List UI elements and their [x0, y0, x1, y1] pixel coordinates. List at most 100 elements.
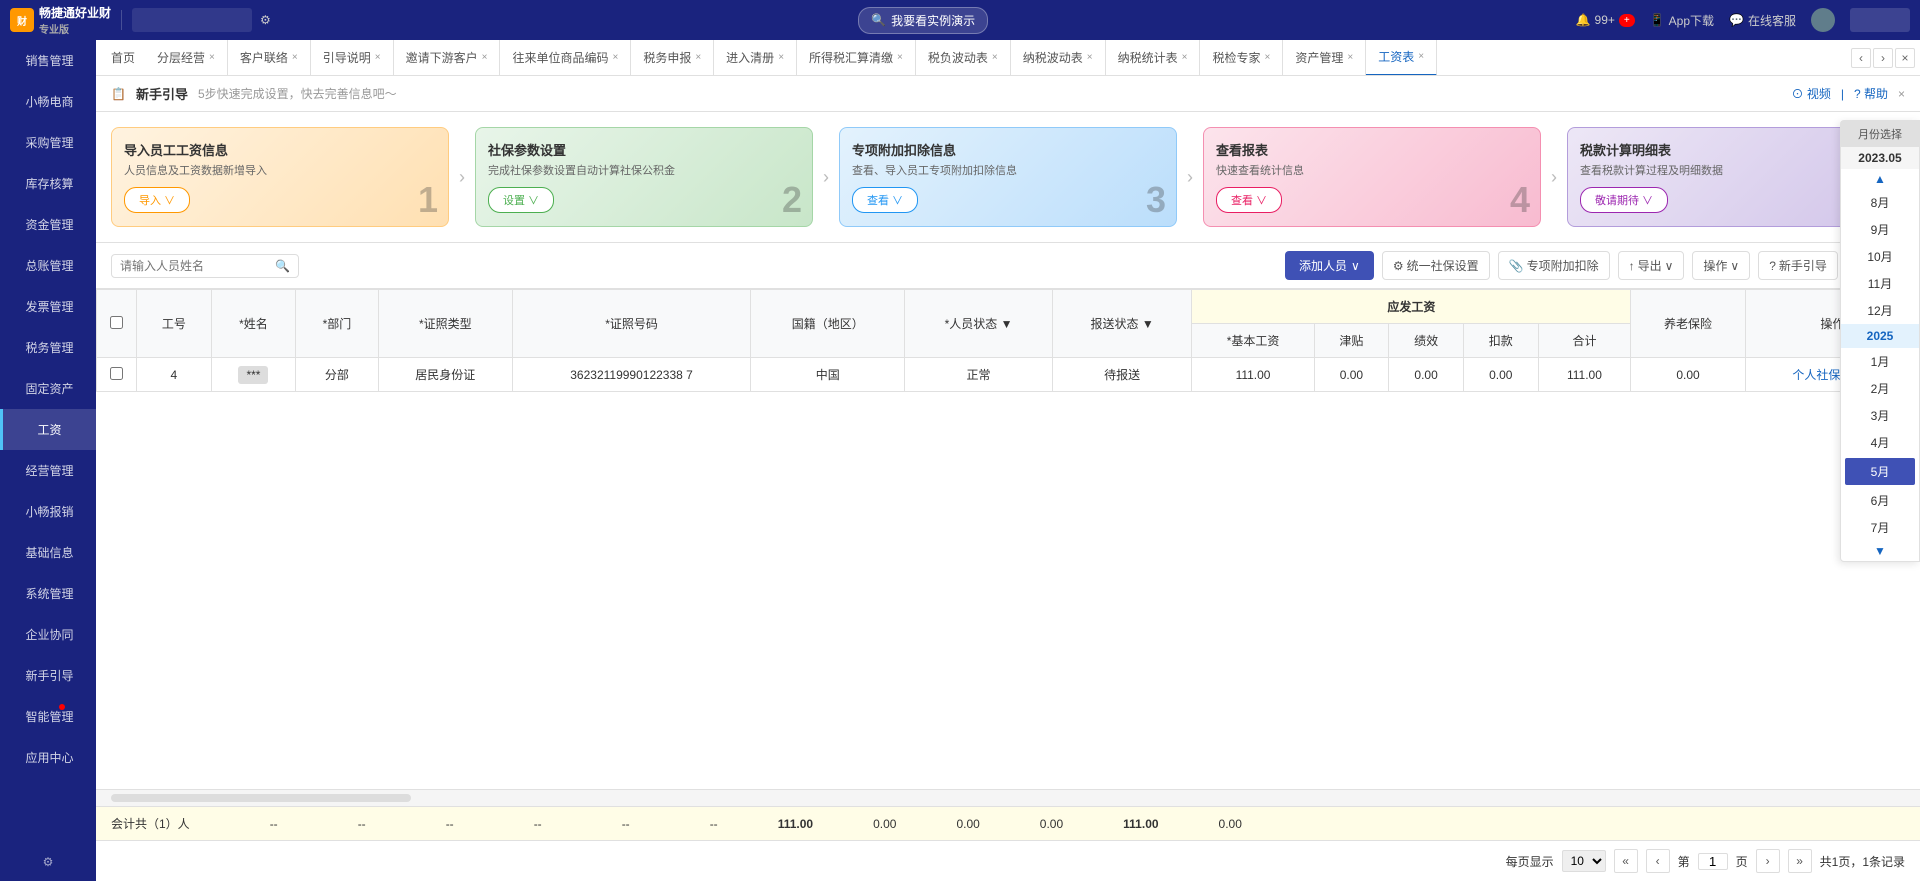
tab-income-tax[interactable]: 所得税汇算清缴 ×	[797, 40, 916, 76]
notification-btn[interactable]: 🔔 99+ +	[1576, 13, 1635, 27]
header-checkbox[interactable]	[97, 290, 137, 358]
next-page-btn[interactable]: ›	[1756, 849, 1780, 873]
select-all-checkbox[interactable]	[110, 316, 123, 329]
month-7[interactable]: 7月	[1841, 514, 1919, 541]
tab-close-tax-stats[interactable]: ×	[1182, 52, 1188, 63]
sidebar-item-system[interactable]: 系统管理	[0, 573, 96, 614]
tab-customer[interactable]: 客户联络 ×	[228, 40, 311, 76]
newbie-guide-btn[interactable]: ? 新手引导	[1758, 251, 1838, 280]
tab-close-customer[interactable]: ×	[292, 52, 298, 63]
tab-asset-mgmt[interactable]: 资产管理 ×	[1283, 40, 1366, 76]
sidebar-item-payroll[interactable]: 工资	[0, 409, 96, 450]
tab-tiered-management[interactable]: 分层经营 ×	[145, 40, 228, 76]
month-5[interactable]: 5月	[1845, 458, 1915, 485]
export-btn[interactable]: ↑ 导出 ∨	[1618, 251, 1685, 280]
actions-btn[interactable]: 操作 ∨	[1692, 251, 1750, 280]
sidebar-item-finance[interactable]: 资金管理	[0, 204, 96, 245]
settings-icon[interactable]: ⚙	[260, 13, 271, 27]
tab-close-tax-burden[interactable]: ×	[992, 52, 998, 63]
step-3-btn[interactable]: 查看 ∨	[852, 187, 918, 213]
month-panel-down[interactable]: ▼	[1870, 541, 1890, 561]
sidebar-item-ecommerce[interactable]: 小畅电商	[0, 81, 96, 122]
tab-close-tax-wave[interactable]: ×	[1087, 52, 1093, 63]
special-deduction-btn[interactable]: 📎 专项附加扣除	[1498, 251, 1610, 280]
sidebar-item-appstore[interactable]: 应用中心	[0, 737, 96, 778]
sidebar-item-inventory[interactable]: 库存核算	[0, 163, 96, 204]
month-4[interactable]: 4月	[1841, 429, 1919, 456]
tab-nav-right[interactable]: ›	[1873, 48, 1893, 68]
personal-social-security-link[interactable]: 个人社保	[1792, 368, 1840, 382]
tab-close-payroll[interactable]: ×	[1418, 51, 1424, 62]
tab-nav-left[interactable]: ‹	[1851, 48, 1871, 68]
guide-video-btn[interactable]: ⊙ 视频	[1791, 85, 1830, 102]
guide-help-btn[interactable]: ? 帮助	[1854, 85, 1888, 102]
tab-close-all[interactable]: ×	[1895, 48, 1915, 68]
tab-tax-expert[interactable]: 税检专家 ×	[1200, 40, 1283, 76]
sidebar-item-expense[interactable]: 小畅报销	[0, 491, 96, 532]
tab-product-code[interactable]: 往来单位商品编码 ×	[500, 40, 631, 76]
user-avatar[interactable]	[1811, 8, 1835, 32]
add-person-btn[interactable]: 添加人员 ∨	[1285, 251, 1374, 280]
tab-invite[interactable]: 邀请下游客户 ×	[394, 40, 501, 76]
step-4-btn[interactable]: 查看 ∨	[1216, 187, 1282, 213]
horizontal-scrollbar[interactable]	[111, 794, 411, 802]
user-name[interactable]	[1850, 8, 1910, 32]
month-8[interactable]: 8月	[1841, 189, 1919, 216]
search-icon[interactable]: 🔍	[275, 259, 290, 273]
tab-inventory-register[interactable]: 进入清册 ×	[714, 40, 797, 76]
sidebar-item-purchase[interactable]: 采购管理	[0, 122, 96, 163]
company-selector[interactable]	[132, 8, 252, 32]
online-service-btn[interactable]: 💬 在线客服	[1729, 12, 1796, 29]
tab-close-income-tax[interactable]: ×	[897, 52, 903, 63]
guide-close-btn[interactable]: ×	[1898, 87, 1905, 101]
page-input[interactable]	[1698, 853, 1728, 870]
app-download-btn[interactable]: 📱 App下载	[1650, 12, 1714, 29]
sidebar-item-ai[interactable]: 智能管理	[0, 696, 96, 737]
sidebar-item-tax[interactable]: 税务管理	[0, 327, 96, 368]
tab-tax-wave[interactable]: 纳税波动表 ×	[1011, 40, 1106, 76]
prev-page-btn[interactable]: ‹	[1646, 849, 1670, 873]
tab-close-tiered[interactable]: ×	[209, 52, 215, 63]
month-12[interactable]: 12月	[1841, 297, 1919, 324]
tab-close-invite[interactable]: ×	[482, 52, 488, 63]
month-2[interactable]: 2月	[1841, 375, 1919, 402]
unified-settings-btn[interactable]: ⚙ 统一社保设置	[1382, 251, 1490, 280]
sidebar-item-enterprise[interactable]: 企业协同	[0, 614, 96, 655]
search-wrap[interactable]: 🔍	[111, 254, 299, 278]
month-6[interactable]: 6月	[1841, 487, 1919, 514]
step-2-btn[interactable]: 设置 ∨	[488, 187, 554, 213]
tab-close-product-code[interactable]: ×	[612, 52, 618, 63]
tab-tax-burden[interactable]: 税负波动表 ×	[916, 40, 1011, 76]
month-3[interactable]: 3月	[1841, 402, 1919, 429]
month-9[interactable]: 9月	[1841, 216, 1919, 243]
month-10[interactable]: 10月	[1841, 243, 1919, 270]
step-1-btn[interactable]: 导入 ∨	[124, 187, 190, 213]
tab-close-guide[interactable]: ×	[375, 52, 381, 63]
sidebar-item-sales[interactable]: 销售管理	[0, 40, 96, 81]
sidebar-settings-btn[interactable]: ⚙	[0, 843, 96, 881]
row-checkbox[interactable]	[97, 358, 137, 392]
tab-tax-stats[interactable]: 纳税统计表 ×	[1106, 40, 1201, 76]
month-1[interactable]: 1月	[1841, 348, 1919, 375]
sidebar-item-management[interactable]: 经营管理	[0, 450, 96, 491]
step-5-btn[interactable]: 敬请期待 ∨	[1580, 187, 1668, 213]
tab-close-asset[interactable]: ×	[1347, 52, 1353, 63]
month-11[interactable]: 11月	[1841, 270, 1919, 297]
month-panel-up[interactable]: ▲	[1870, 169, 1890, 189]
per-page-select[interactable]: 10 20 50	[1562, 850, 1606, 872]
tab-close-inventory[interactable]: ×	[778, 52, 784, 63]
sidebar-item-basic-info[interactable]: 基础信息	[0, 532, 96, 573]
tab-payroll[interactable]: 工资表 ×	[1366, 40, 1437, 76]
sidebar-item-invoice[interactable]: 发票管理	[0, 286, 96, 327]
tab-tax-report[interactable]: 税务申报 ×	[631, 40, 714, 76]
sidebar-item-guide[interactable]: 新手引导	[0, 655, 96, 696]
tab-home[interactable]: 首页	[101, 43, 145, 72]
tab-close-tax-expert[interactable]: ×	[1264, 52, 1270, 63]
sidebar-item-assets[interactable]: 固定资产	[0, 368, 96, 409]
tab-guide[interactable]: 引导说明 ×	[311, 40, 394, 76]
search-input[interactable]	[120, 259, 270, 273]
tab-close-tax[interactable]: ×	[695, 52, 701, 63]
last-page-btn[interactable]: »	[1788, 849, 1812, 873]
first-page-btn[interactable]: «	[1614, 849, 1638, 873]
sidebar-item-ledger[interactable]: 总账管理	[0, 245, 96, 286]
